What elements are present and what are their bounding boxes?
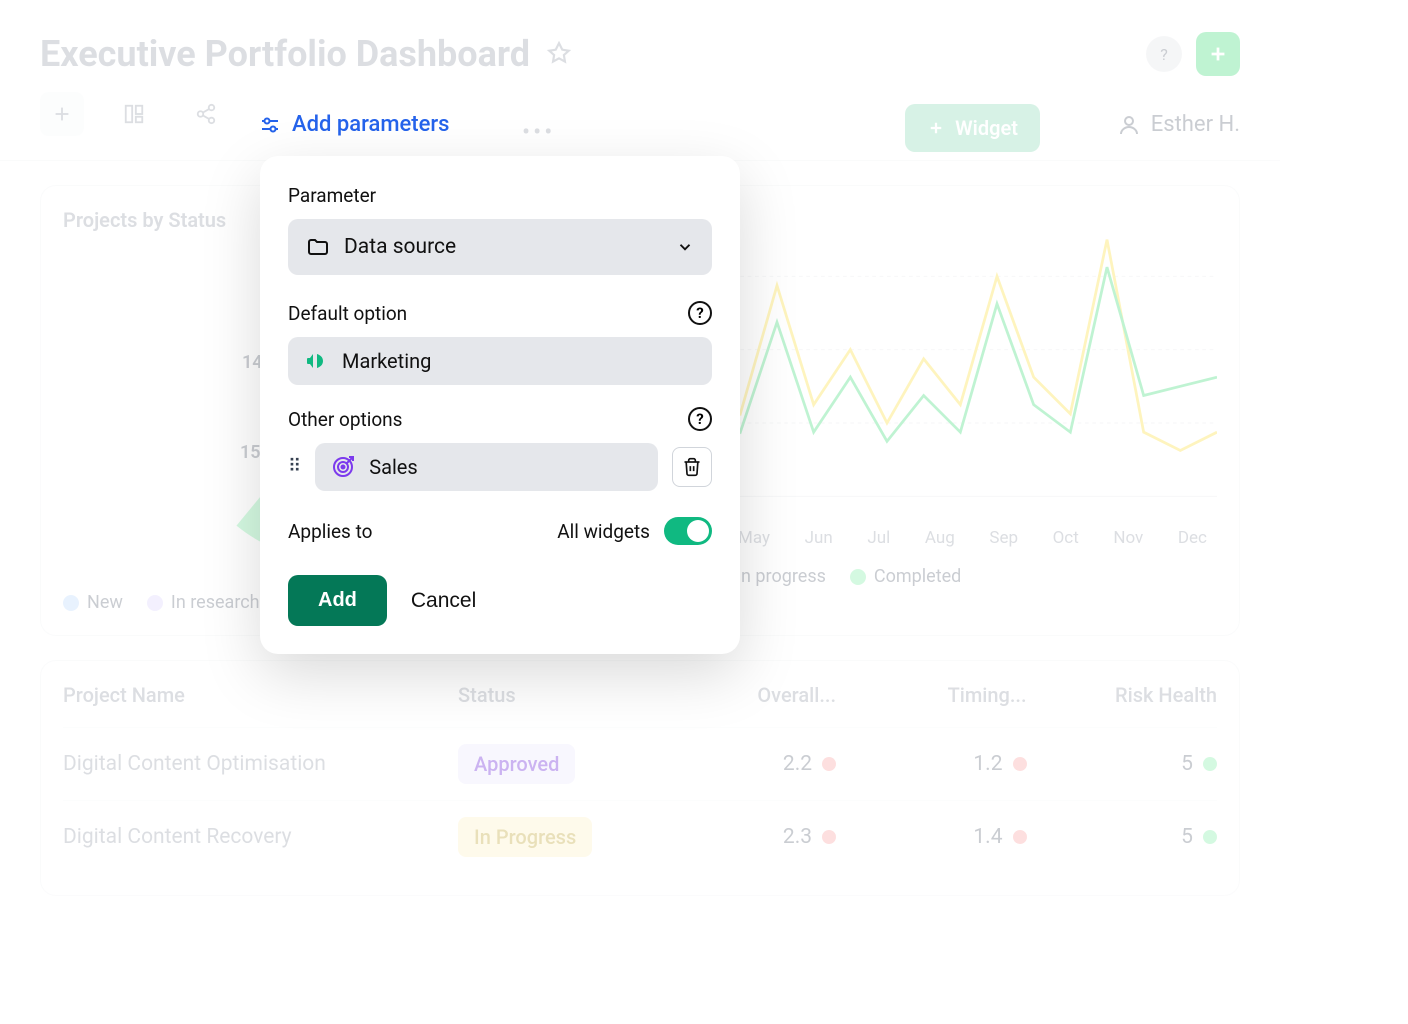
status-badge: In Progress — [458, 817, 592, 857]
pin-icon[interactable] — [546, 41, 572, 67]
add-button[interactable]: Add — [288, 575, 387, 626]
legend-item: New — [63, 592, 123, 613]
default-option-label: Default option — [288, 302, 407, 325]
other-option-value: Sales — [369, 455, 418, 479]
parameter-label: Parameter — [288, 184, 712, 207]
table-row[interactable]: Digital Content Optimisation Approved 2.… — [63, 727, 1217, 800]
status-dot-icon — [1203, 757, 1217, 771]
more-icon[interactable]: ••• — [522, 118, 555, 146]
table-row[interactable]: Digital Content Recovery In Progress 2.3… — [63, 800, 1217, 873]
legend-item: Completed — [850, 566, 961, 587]
help-button[interactable]: ? — [1146, 36, 1182, 72]
page-title: Executive Portfolio Dashboard — [40, 33, 530, 75]
legend-item: In research — [147, 592, 260, 613]
trash-icon — [682, 457, 702, 477]
default-option-value: Marketing — [342, 349, 431, 373]
status-dot-icon — [822, 830, 836, 844]
line-chart — [667, 208, 1217, 528]
add-parameter-modal: Parameter Data source Default option ? M… — [260, 156, 740, 654]
add-parameters-button[interactable]: Add parameters — [258, 112, 449, 137]
folder-icon — [306, 235, 330, 259]
megaphone-icon — [304, 349, 328, 373]
add-button[interactable] — [1196, 32, 1240, 76]
toolbar — [0, 76, 1280, 161]
layout-icon-button[interactable] — [112, 92, 156, 136]
parameter-value: Data source — [344, 235, 456, 259]
other-options-label: Other options — [288, 408, 402, 431]
projects-table: Project Name Status Overall... Timing...… — [40, 660, 1240, 896]
legend: Work in progress Completed — [667, 566, 1217, 587]
status-dot-icon — [1013, 757, 1027, 771]
drag-handle-icon[interactable]: ⠿ — [288, 458, 301, 476]
sliders-icon — [258, 113, 282, 137]
parameter-select[interactable]: Data source — [288, 219, 712, 275]
add-parameters-label: Add parameters — [292, 112, 449, 137]
user-icon — [1117, 113, 1141, 137]
legend-dot-icon — [63, 595, 79, 611]
help-icon: ? — [1160, 45, 1168, 64]
target-icon — [331, 455, 355, 479]
share-icon-button[interactable] — [184, 92, 228, 136]
widget-button[interactable]: Widget — [905, 104, 1040, 152]
months-axis: Apr May Jun Jul Aug Sep Oct Nov Dec — [667, 528, 1217, 548]
add-icon-button[interactable] — [40, 92, 84, 136]
other-option[interactable]: Sales — [315, 443, 658, 491]
status-dot-icon — [822, 757, 836, 771]
status-badge: Approved — [458, 744, 575, 784]
status-dot-icon — [1013, 830, 1027, 844]
applies-to-toggle[interactable] — [664, 517, 712, 545]
donut-label: 15 — [240, 442, 261, 463]
legend-dot-icon — [850, 569, 866, 585]
applies-to-value: All widgets — [557, 520, 650, 543]
default-option[interactable]: Marketing — [288, 337, 712, 385]
legend-dot-icon — [147, 595, 163, 611]
help-icon[interactable]: ? — [688, 301, 712, 325]
plus-icon — [927, 119, 945, 137]
applies-to-label: Applies to — [288, 520, 372, 543]
help-icon[interactable]: ? — [688, 407, 712, 431]
delete-button[interactable] — [672, 447, 712, 487]
cancel-button[interactable]: Cancel — [411, 589, 476, 613]
table-header: Project Name Status Overall... Timing...… — [63, 683, 1217, 727]
user-display[interactable]: Esther H. — [1117, 112, 1240, 137]
header: Executive Portfolio Dashboard ? — [0, 0, 1280, 76]
chevron-down-icon — [676, 238, 694, 256]
status-dot-icon — [1203, 830, 1217, 844]
